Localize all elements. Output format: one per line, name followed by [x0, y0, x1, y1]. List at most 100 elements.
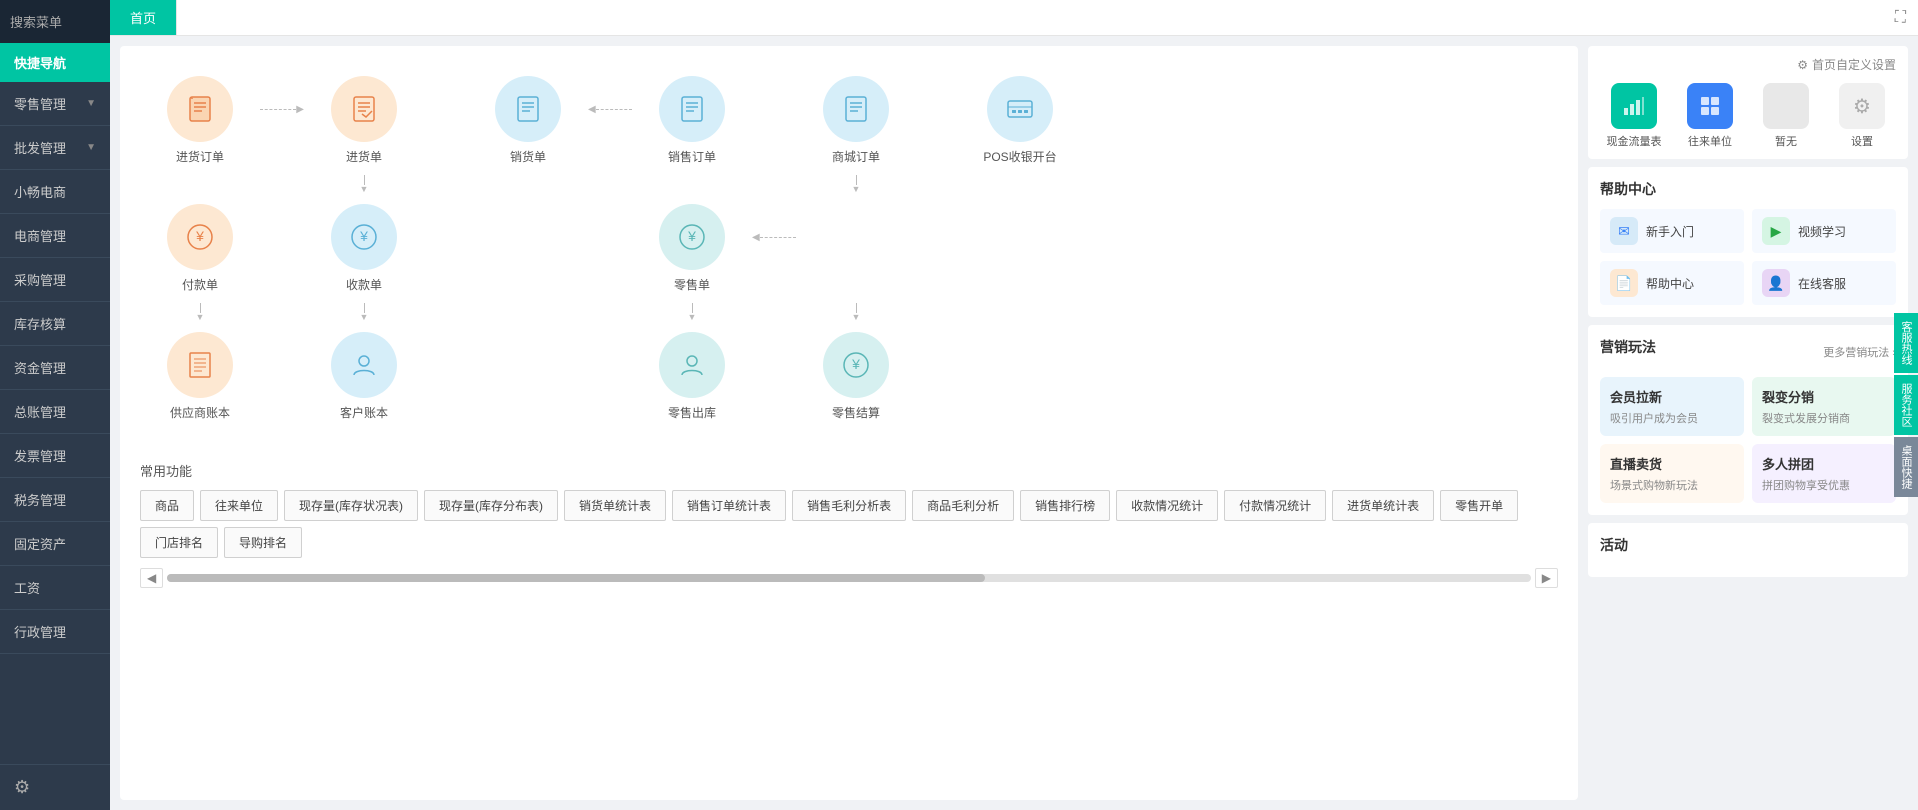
- marketing-more[interactable]: 更多营销玩法 ›: [1823, 344, 1896, 360]
- settings-icon[interactable]: ⚙: [0, 764, 110, 810]
- common-functions: 常用功能 商品 往来单位 现存量(库存状况表) 现存量(库存分布表) 销货单统计…: [140, 461, 1558, 558]
- flow-node-purchase-order[interactable]: 进货订单: [140, 76, 260, 165]
- tab-home[interactable]: 首页: [110, 0, 177, 35]
- gear-icon: ⚙: [1797, 58, 1808, 72]
- flow-node-customer-ledger[interactable]: 客户账本: [304, 332, 424, 421]
- flow-node-purchase[interactable]: 进货单: [304, 76, 424, 165]
- func-btn-store-rank[interactable]: 门店排名: [140, 527, 218, 558]
- quick-item-cashflow[interactable]: 现金流量表: [1600, 83, 1668, 149]
- flow-node-supplier-ledger[interactable]: 供应商账本: [140, 332, 260, 421]
- scroll-thumb: [167, 574, 985, 582]
- help-item-video[interactable]: ▶ 视频学习: [1752, 209, 1896, 253]
- sidebar-item-ecommerce-small[interactable]: 小畅电商: [0, 170, 110, 214]
- marketing-header: 营销玩法 更多营销玩法 ›: [1600, 337, 1896, 367]
- marketing-item-groupbuy[interactable]: 多人拼团 拼团购物享受优惠: [1752, 444, 1896, 503]
- func-btn-retail-order[interactable]: 零售开单: [1440, 490, 1518, 521]
- marketing-item-viral[interactable]: 裂变分销 裂变式发展分销商: [1752, 377, 1896, 436]
- right-panel: ⚙ 首页自定义设置 现金流量表: [1588, 46, 1908, 800]
- content-area: 进货订单 ▶: [110, 36, 1918, 810]
- float-buttons: 客服热线 服务社区 桌面快捷: [1894, 313, 1918, 497]
- left-panel: 进货订单 ▶: [120, 46, 1578, 800]
- func-btn-payment-stat[interactable]: 付款情况统计: [1224, 490, 1326, 521]
- sidebar-item-admin[interactable]: 行政管理: [0, 610, 110, 654]
- float-btn-hotline[interactable]: 客服热线: [1894, 313, 1918, 373]
- flow-node-pos[interactable]: POS收银开台: [960, 76, 1080, 165]
- marketing-item-livestream[interactable]: 直播卖货 场景式购物新玩法: [1600, 444, 1744, 503]
- func-btn-purchase-stat[interactable]: 进货单统计表: [1332, 490, 1434, 521]
- flow-node-retail-out[interactable]: 零售出库: [632, 332, 752, 421]
- scroll-bar: ◀ ▶: [140, 568, 1558, 588]
- flow-node-sales-order[interactable]: 销售订单: [632, 76, 752, 165]
- quick-access-settings-label[interactable]: 首页自定义设置: [1812, 56, 1896, 73]
- func-btn-stock1[interactable]: 现存量(库存状况表): [284, 490, 418, 521]
- func-btn-guide-rank[interactable]: 导购排名: [224, 527, 302, 558]
- flow-node-retail-settle[interactable]: ¥ 零售结算: [796, 332, 916, 421]
- float-btn-community[interactable]: 服务社区: [1894, 375, 1918, 435]
- activity: 活动: [1588, 523, 1908, 577]
- sales-order-icon: [659, 76, 725, 142]
- sidebar-item-purchase[interactable]: 采购管理: [0, 258, 110, 302]
- func-btn-sales-order-stat[interactable]: 销售订单统计表: [672, 490, 786, 521]
- purchase-icon: [331, 76, 397, 142]
- func-btn-stock2[interactable]: 现存量(库存分布表): [424, 490, 558, 521]
- expand-icon[interactable]: ⛶: [1883, 9, 1918, 27]
- flow-row-3: 供应商账本 客户账本: [140, 332, 1558, 421]
- func-btn-sales-rank[interactable]: 销售排行榜: [1020, 490, 1110, 521]
- quick-item-settings[interactable]: ⚙ 设置: [1828, 83, 1896, 149]
- func-btn-sales-stat[interactable]: 销货单统计表: [564, 490, 666, 521]
- func-btn-goods-profit[interactable]: 商品毛利分析: [912, 490, 1014, 521]
- func-btn-units[interactable]: 往来单位: [200, 490, 278, 521]
- help-item-support[interactable]: 👤 在线客服: [1752, 261, 1896, 305]
- sidebar-search[interactable]: 搜索菜单: [0, 0, 110, 43]
- help-item-help[interactable]: 📄 帮助中心: [1600, 261, 1744, 305]
- retail-out-icon: [659, 332, 725, 398]
- func-btn-goods[interactable]: 商品: [140, 490, 194, 521]
- sidebar-item-ecommerce[interactable]: 电商管理: [0, 214, 110, 258]
- func-grid: 商品 往来单位 现存量(库存状况表) 现存量(库存分布表) 销货单统计表 销售订…: [140, 490, 1558, 558]
- purchase-order-icon: [167, 76, 233, 142]
- flow-node-retail[interactable]: ¥ 零售单: [632, 204, 752, 293]
- help-grid: ✉ 新手入门 ▶ 视频学习 📄 帮助中心 👤 在线客服: [1600, 209, 1896, 305]
- sidebar-item-inventory[interactable]: 库存核算: [0, 302, 110, 346]
- flow-node-sale[interactable]: 销货单: [468, 76, 588, 165]
- flow-node-mall-order[interactable]: 商城订单: [796, 76, 916, 165]
- sidebar-item-ledger[interactable]: 总账管理: [0, 390, 110, 434]
- sidebar-item-tax[interactable]: 税务管理: [0, 478, 110, 522]
- support-icon: 👤: [1762, 269, 1790, 297]
- scroll-track[interactable]: [167, 574, 1531, 582]
- flow-diagram: 进货订单 ▶: [140, 66, 1558, 441]
- scroll-right-btn[interactable]: ▶: [1535, 568, 1558, 588]
- empty-icon: [1763, 83, 1809, 129]
- float-btn-desktop[interactable]: 桌面快捷: [1894, 437, 1918, 497]
- pos-icon: [987, 76, 1053, 142]
- retail-icon: ¥: [659, 204, 725, 270]
- marketing-grid: 会员拉新 吸引用户成为会员 裂变分销 裂变式发展分销商 直播卖货 场景式购物新玩…: [1600, 377, 1896, 503]
- scroll-left-btn[interactable]: ◀: [140, 568, 163, 588]
- flow-row-2: ¥ 付款单 ¥: [140, 204, 1558, 293]
- func-btn-receipt-stat[interactable]: 收款情况统计: [1116, 490, 1218, 521]
- chevron-down-icon: ▼: [86, 142, 96, 153]
- sale-icon: [495, 76, 561, 142]
- common-functions-title: 常用功能: [140, 461, 1558, 480]
- marketing: 营销玩法 更多营销玩法 › 会员拉新 吸引用户成为会员 裂变分销 裂变式发展分销…: [1588, 325, 1908, 515]
- mall-order-icon: [823, 76, 889, 142]
- down-arrows-row-2: ▼ ▼ ▼: [140, 303, 1558, 322]
- quick-access-header: ⚙ 首页自定义设置: [1600, 56, 1896, 73]
- help-center-title: 帮助中心: [1600, 179, 1896, 199]
- flow-node-receipt[interactable]: ¥ 收款单: [304, 204, 424, 293]
- sidebar-item-wholesale[interactable]: 批发管理 ▼: [0, 126, 110, 170]
- help-item-beginner[interactable]: ✉ 新手入门: [1600, 209, 1744, 253]
- quick-access: ⚙ 首页自定义设置 现金流量表: [1588, 46, 1908, 159]
- flow-node-payment[interactable]: ¥ 付款单: [140, 204, 260, 293]
- sidebar-item-fixed-assets[interactable]: 固定资产: [0, 522, 110, 566]
- chevron-down-icon: ▼: [86, 98, 96, 109]
- sidebar-item-finance[interactable]: 资金管理: [0, 346, 110, 390]
- marketing-item-member[interactable]: 会员拉新 吸引用户成为会员: [1600, 377, 1744, 436]
- sidebar-item-retail[interactable]: 零售管理 ▼: [0, 82, 110, 126]
- sidebar-item-salary[interactable]: 工资: [0, 566, 110, 610]
- quick-item-units[interactable]: 往来单位: [1676, 83, 1744, 149]
- customer-ledger-icon: [331, 332, 397, 398]
- sidebar-item-invoice[interactable]: 发票管理: [0, 434, 110, 478]
- func-btn-sales-profit[interactable]: 销售毛利分析表: [792, 490, 906, 521]
- tabbar: 首页 ⛶: [110, 0, 1918, 36]
